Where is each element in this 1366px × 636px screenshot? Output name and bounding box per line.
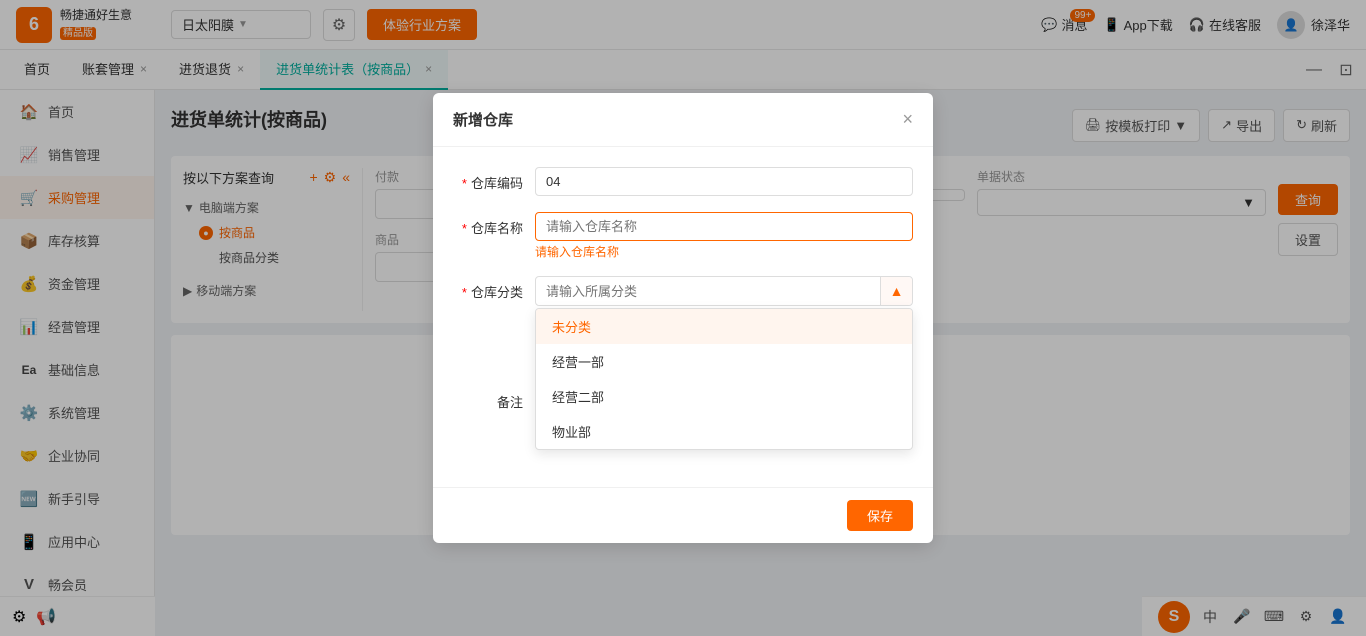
name-error-msg: 请输入仓库名称 [535, 243, 913, 260]
name-label: 仓库名称 [453, 212, 523, 237]
save-btn[interactable]: 保存 [847, 500, 913, 531]
name-form-row: 仓库名称 请输入仓库名称 [453, 212, 913, 260]
code-label: 仓库编码 [453, 167, 523, 192]
note-label: 备注 [453, 386, 523, 411]
code-field [535, 167, 913, 196]
category-input[interactable] [536, 278, 880, 305]
category-dropdown-list: 未分类 经营一部 经营二部 物业部 [535, 308, 913, 450]
dialog-body: 仓库编码 仓库名称 请输入仓库名称 仓库分类 ▲ [433, 147, 933, 487]
dropdown-item-1[interactable]: 经营一部 [536, 344, 912, 379]
category-label: 仓库分类 [453, 276, 523, 301]
dropdown-item-3[interactable]: 物业部 [536, 414, 912, 449]
category-field: ▲ 未分类 经营一部 经营二部 物业部 [535, 276, 913, 306]
code-input[interactable] [535, 167, 913, 196]
category-input-wrapper: ▲ [535, 276, 913, 306]
dialog-header: 新增仓库 × [433, 93, 933, 147]
dialog-footer: 保存 [433, 487, 933, 543]
dialog-close-btn[interactable]: × [902, 109, 913, 130]
name-input[interactable] [535, 212, 913, 241]
dropdown-item-2[interactable]: 经营二部 [536, 379, 912, 414]
dialog-title: 新增仓库 [453, 109, 513, 130]
code-form-row: 仓库编码 [453, 167, 913, 196]
name-field: 请输入仓库名称 [535, 212, 913, 260]
category-dropdown-toggle[interactable]: ▲ [880, 277, 912, 305]
dialog-overlay[interactable]: 新增仓库 × 仓库编码 仓库名称 请输入仓库名称 仓库分类 [0, 0, 1366, 636]
dropdown-item-0[interactable]: 未分类 [536, 309, 912, 344]
category-form-row: 仓库分类 ▲ 未分类 经营一部 经营二部 物业部 [453, 276, 913, 306]
add-warehouse-dialog: 新增仓库 × 仓库编码 仓库名称 请输入仓库名称 仓库分类 [433, 93, 933, 543]
